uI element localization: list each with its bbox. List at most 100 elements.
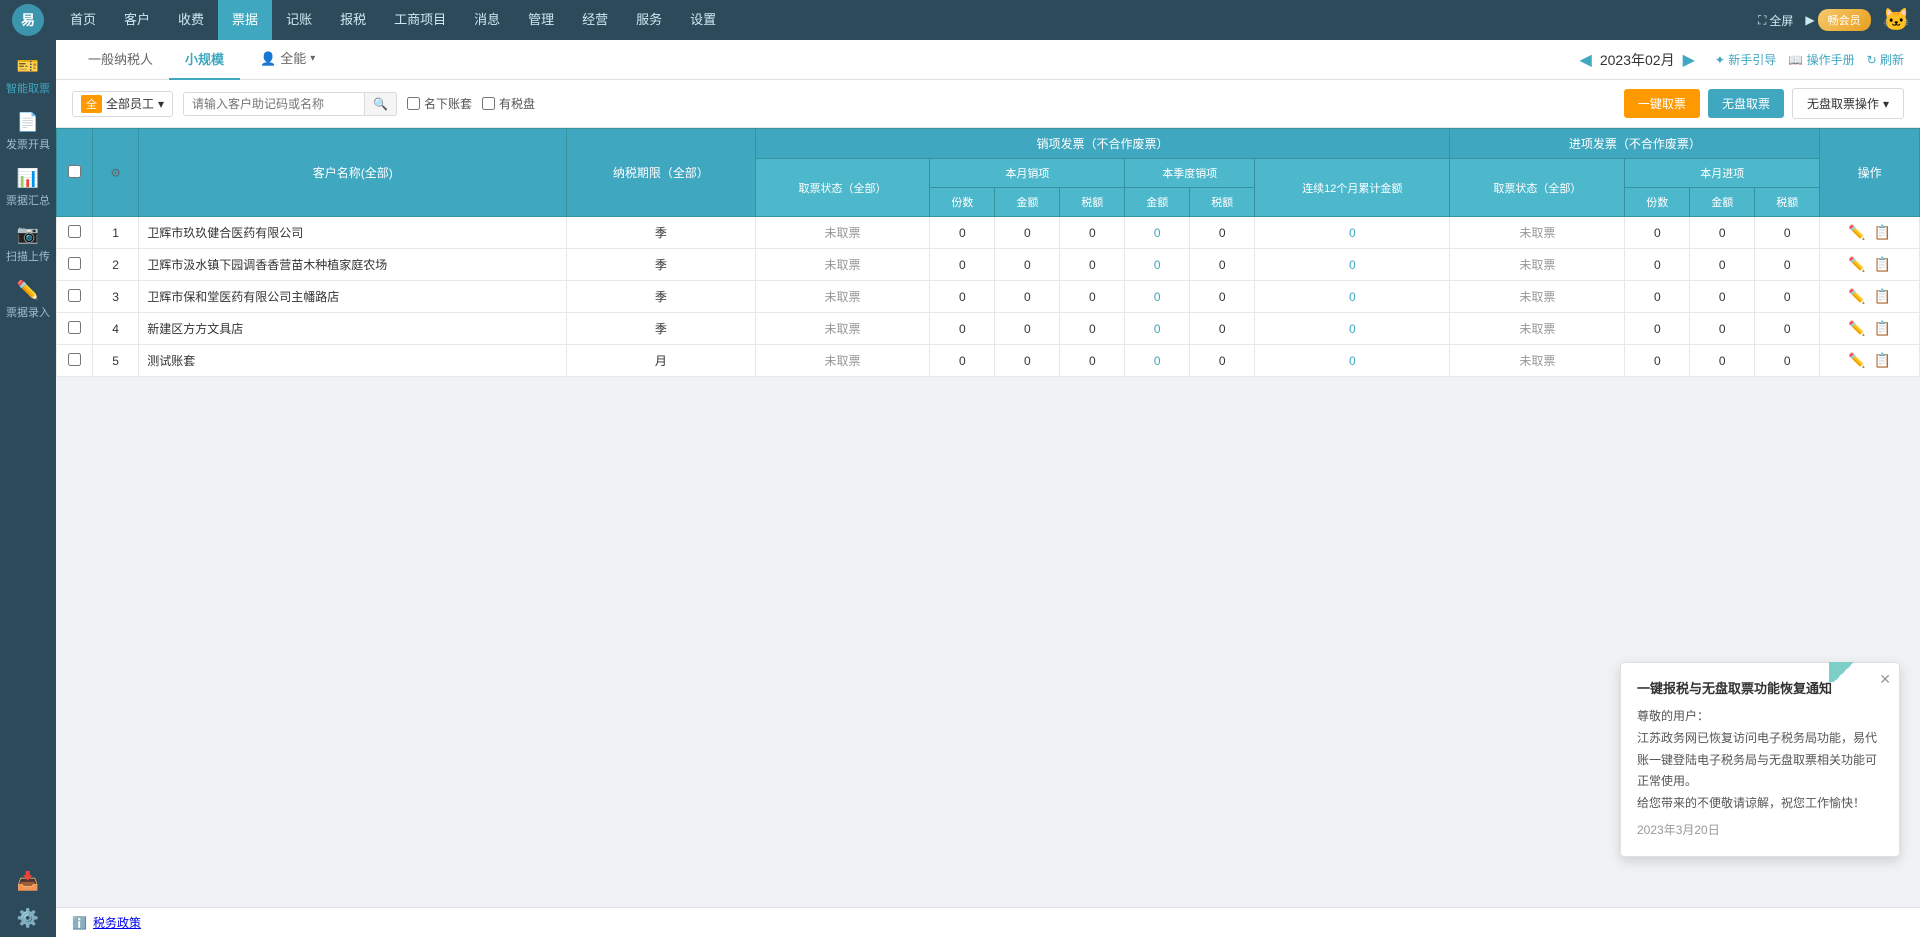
row-input-month-shares: 0 (1625, 313, 1690, 345)
row-checkbox[interactable] (68, 321, 81, 334)
nav-bookkeeping[interactable]: 记账 (272, 0, 326, 40)
vip-label[interactable]: 畅会员 (1818, 9, 1871, 31)
sales-quarter-amount-header: 金额 (1125, 188, 1190, 217)
sales-cumulative-header: 连续12个月累计金额 (1255, 159, 1450, 217)
row-checkbox[interactable] (68, 257, 81, 270)
detail-icon[interactable]: 📋 (1874, 288, 1891, 305)
current-date: 2023年02月 (1600, 50, 1675, 70)
one-click-fetch-btn[interactable]: 一键取票 (1624, 89, 1700, 118)
diskless-operation-btn[interactable]: 无盘取票操作 ▾ (1792, 88, 1904, 119)
row-customer-name: 卫辉市汲水镇下园调香香营苗木种植家庭农场 (139, 249, 567, 281)
nav-settings[interactable]: 设置 (676, 0, 730, 40)
fullscreen-btn[interactable]: ⛶ 全屏 (1758, 12, 1793, 29)
nav-customer[interactable]: 客户 (110, 0, 164, 40)
row-checkbox-cell[interactable] (57, 281, 93, 313)
edit-icon[interactable]: ✏️ (1848, 352, 1865, 369)
sidebar-item-entry[interactable]: ✏️ 票据录入 (0, 272, 56, 328)
next-month-btn[interactable]: ▶ (1683, 50, 1695, 70)
tab-general-taxpayer[interactable]: 一般纳税人 (72, 40, 169, 80)
nav-home[interactable]: 首页 (56, 0, 110, 40)
settings-icon: ⚙️ (17, 908, 39, 929)
filter-has-tax-disk[interactable]: 有税盘 (482, 95, 535, 112)
row-sales-month-amount: 0 (995, 345, 1060, 377)
new-guide-btn[interactable]: ✦ 新手引导 (1715, 51, 1776, 68)
row-checkbox-cell[interactable] (57, 313, 93, 345)
row-checkbox-cell[interactable] (57, 249, 93, 281)
app-logo[interactable]: 易 (10, 2, 46, 38)
notification-greeting: 尊敬的用户： (1637, 706, 1883, 728)
sidebar-item-scan[interactable]: 📷 扫描上传 (0, 216, 56, 272)
diskless-fetch-btn[interactable]: 无盘取票 (1708, 89, 1784, 118)
vip-btn[interactable]: ▶ 畅会员 (1805, 9, 1870, 31)
checkbox-header[interactable] (57, 129, 93, 217)
row-checkbox[interactable] (68, 289, 81, 302)
nav-business[interactable]: 工商项目 (380, 0, 460, 40)
manual-btn[interactable]: 📖 操作手册 (1788, 51, 1854, 68)
tab-full[interactable]: 👤 全能 ▾ (244, 40, 331, 80)
row-checkbox-cell[interactable] (57, 345, 93, 377)
table-body: 1 卫辉市玖玖健合医药有限公司 季 未取票 0 0 0 0 0 0 未取票 0 … (57, 217, 1920, 377)
nav-message[interactable]: 消息 (460, 0, 514, 40)
entry-icon: ✏️ (17, 280, 39, 301)
row-sales-status: 未取票 (755, 345, 930, 377)
fullscreen-icon: ⛶ (1758, 13, 1766, 28)
table-row: 2 卫辉市汲水镇下园调香香营苗木种植家庭农场 季 未取票 0 0 0 0 0 0… (57, 249, 1920, 281)
settings-header[interactable]: ⚙ (93, 129, 139, 217)
row-input-month-shares: 0 (1625, 281, 1690, 313)
employee-filter[interactable]: 全 全部员工 ▾ (72, 91, 173, 117)
all-tag: 全 (81, 95, 102, 113)
nav-service[interactable]: 服务 (622, 0, 676, 40)
download-icon: 📥 (17, 871, 39, 892)
nav-manage[interactable]: 管理 (514, 0, 568, 40)
detail-icon[interactable]: 📋 (1874, 256, 1891, 273)
tax-disk-checkbox[interactable] (482, 97, 495, 110)
sidebar-item-issue-invoice[interactable]: 📄 发票开具 (0, 104, 56, 160)
notification-close-btn[interactable]: ✕ (1879, 671, 1891, 688)
refresh-btn[interactable]: ↻ 刷新 (1867, 51, 1904, 68)
chevron-down-icon: ▾ (310, 40, 315, 79)
tab-small-scale[interactable]: 小规模 (169, 40, 240, 80)
detail-icon[interactable]: 📋 (1874, 224, 1891, 241)
row-input-month-amount: 0 (1690, 281, 1755, 313)
dropdown-chevron-icon: ▾ (1883, 97, 1889, 111)
edit-icon[interactable]: ✏️ (1848, 224, 1865, 241)
row-sales-quarter-amount: 0 (1125, 313, 1190, 345)
sidebar-item-summary[interactable]: 📊 票据汇总 (0, 160, 56, 216)
filter-own-accounts[interactable]: 名下账套 (407, 95, 472, 112)
invoice-table: ⚙ 客户名称(全部) 纳税期限（全部） 销项发票（不合作废票） 进项发票（不合作… (56, 128, 1920, 377)
detail-icon[interactable]: 📋 (1874, 352, 1891, 369)
nav-invoice[interactable]: 票据 (218, 0, 272, 40)
sidebar-item-smart-invoice[interactable]: 🎫 智能取票 (0, 48, 56, 104)
own-accounts-checkbox[interactable] (407, 97, 420, 110)
sidebar-item-download[interactable]: 📥 (0, 863, 56, 900)
popup-corner-decoration (1829, 662, 1859, 682)
svg-text:易: 易 (21, 12, 35, 28)
edit-icon[interactable]: ✏️ (1848, 288, 1865, 305)
nav-right: ⛶ 全屏 ▶ 畅会员 🐱 (1758, 7, 1910, 33)
row-sales-month-amount: 0 (995, 313, 1060, 345)
table-settings-icon[interactable]: ⚙ (110, 166, 121, 180)
row-checkbox[interactable] (68, 353, 81, 366)
nav-items: 首页 客户 收费 票据 记账 报税 工商项目 消息 管理 经营 服务 设置 (56, 0, 1758, 40)
user-avatar[interactable]: 🐱 (1883, 7, 1910, 33)
select-all-checkbox[interactable] (68, 165, 81, 178)
sidebar-item-settings[interactable]: ⚙️ (0, 900, 56, 937)
edit-icon[interactable]: ✏️ (1848, 320, 1865, 337)
sidebar-item-label: 智能取票 (6, 80, 50, 96)
edit-icon[interactable]: ✏️ (1848, 256, 1865, 273)
scan-icon: 📷 (17, 224, 39, 245)
row-sales-month-shares: 0 (930, 217, 995, 249)
row-checkbox-cell[interactable] (57, 217, 93, 249)
tax-policy-link[interactable]: 税务政策 (93, 914, 141, 931)
row-checkbox[interactable] (68, 225, 81, 238)
row-input-month-tax: 0 (1755, 249, 1820, 281)
search-button[interactable]: 🔍 (364, 93, 396, 115)
search-input[interactable] (184, 93, 364, 115)
sales-quarter-tax-header: 税额 (1190, 188, 1255, 217)
nav-operation[interactable]: 经营 (568, 0, 622, 40)
detail-icon[interactable]: 📋 (1874, 320, 1891, 337)
nav-fee[interactable]: 收费 (164, 0, 218, 40)
action-header: 操作 (1820, 129, 1920, 217)
nav-tax[interactable]: 报税 (326, 0, 380, 40)
prev-month-btn[interactable]: ◀ (1580, 50, 1592, 70)
